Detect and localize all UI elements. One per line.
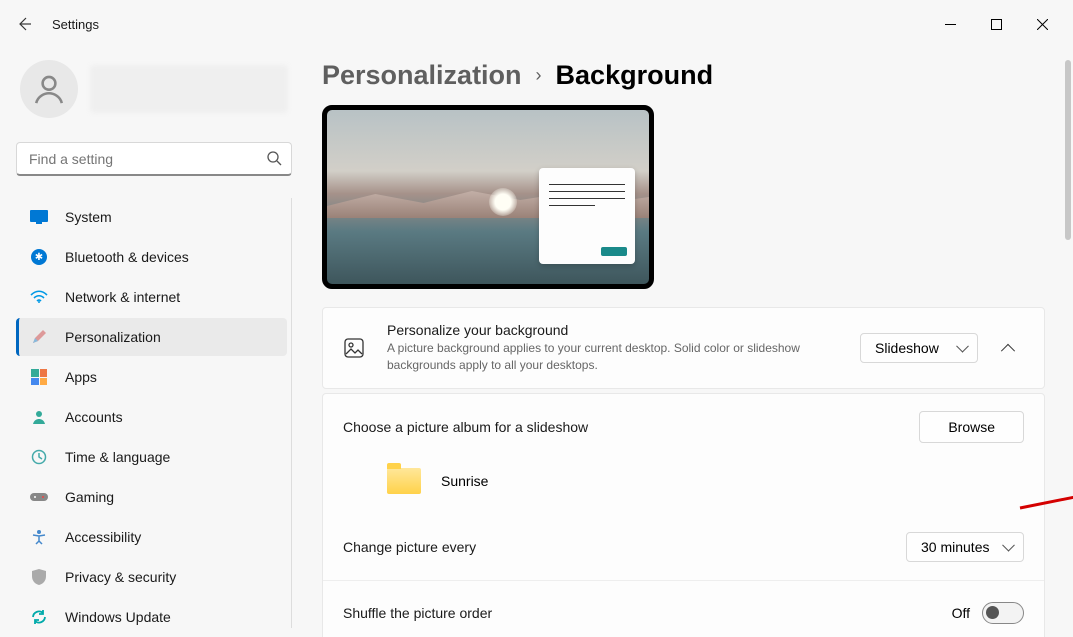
update-icon <box>29 607 49 627</box>
selected-folder-row: Sunrise <box>323 460 1044 514</box>
minimize-button[interactable] <box>927 8 973 40</box>
avatar <box>20 60 78 118</box>
toggle-state: Off <box>952 605 970 621</box>
nav-apps[interactable]: Apps <box>16 358 287 396</box>
nav-label: Windows Update <box>65 609 171 625</box>
accessibility-icon <box>29 527 49 547</box>
dropdown-value: 30 minutes <box>921 539 989 555</box>
nav-label: Accessibility <box>65 529 141 545</box>
nav-bluetooth[interactable]: ✱ Bluetooth & devices <box>16 238 287 276</box>
nav-accessibility[interactable]: Accessibility <box>16 518 287 556</box>
shuffle-switch[interactable] <box>982 602 1024 624</box>
nav-label: Apps <box>65 369 97 385</box>
search-box <box>16 142 292 176</box>
nav-system[interactable]: System <box>16 198 287 236</box>
minimize-icon <box>945 19 956 30</box>
chevron-right-icon: › <box>536 65 542 86</box>
window-controls <box>927 8 1065 40</box>
close-button[interactable] <box>1019 8 1065 40</box>
album-panel: Choose a picture album for a slideshow B… <box>322 393 1045 637</box>
nav-gaming[interactable]: Gaming <box>16 478 287 516</box>
picture-icon <box>343 338 365 358</box>
person-icon <box>32 72 66 106</box>
nav-time[interactable]: Time & language <box>16 438 287 476</box>
folder-icon <box>387 468 421 494</box>
background-mode-dropdown[interactable]: Slideshow <box>860 333 978 363</box>
nav-personalization[interactable]: Personalization <box>16 318 287 356</box>
maximize-button[interactable] <box>973 8 1019 40</box>
background-preview <box>322 105 654 289</box>
scrollbar[interactable] <box>1065 60 1071 240</box>
titlebar: Settings <box>0 0 1073 48</box>
window-title: Settings <box>52 17 99 32</box>
breadcrumb-current: Background <box>556 60 714 91</box>
personalize-title: Personalize your background <box>387 322 860 338</box>
nav-label: Privacy & security <box>65 569 176 585</box>
personalize-desc: A picture background applies to your cur… <box>387 340 827 374</box>
nav-label: Personalization <box>65 329 161 345</box>
shield-icon <box>29 567 49 587</box>
nav-label: Time & language <box>65 449 170 465</box>
nav-label: Bluetooth & devices <box>65 249 189 265</box>
clock-icon <box>29 447 49 467</box>
nav-list: System ✱ Bluetooth & devices Network & in… <box>16 198 292 628</box>
search-input[interactable] <box>16 142 292 176</box>
nav-label: Network & internet <box>65 289 180 305</box>
sidebar: System ✱ Bluetooth & devices Network & in… <box>0 48 300 637</box>
nav-accounts[interactable]: Accounts <box>16 398 287 436</box>
preview-window-mock <box>539 168 635 264</box>
wifi-icon <box>29 287 49 307</box>
personalize-panel: Personalize your background A picture ba… <box>322 307 1045 389</box>
main-content: Personalization › Background Personalize… <box>300 48 1073 637</box>
nav-update[interactable]: Windows Update <box>16 598 287 628</box>
nav-privacy[interactable]: Privacy & security <box>16 558 287 596</box>
profile-name-redacted <box>90 65 288 113</box>
interval-title: Change picture every <box>343 539 906 555</box>
breadcrumb: Personalization › Background <box>322 60 1045 91</box>
accounts-icon <box>29 407 49 427</box>
arrow-left-icon <box>16 16 32 32</box>
paintbrush-icon <box>29 327 49 347</box>
nav-label: Gaming <box>65 489 114 505</box>
system-icon <box>29 207 49 227</box>
back-button[interactable] <box>8 8 40 40</box>
maximize-icon <box>991 19 1002 30</box>
browse-button[interactable]: Browse <box>919 411 1024 443</box>
album-title: Choose a picture album for a slideshow <box>343 419 919 435</box>
shuffle-toggle: Off <box>952 602 1024 624</box>
apps-icon <box>29 367 49 387</box>
breadcrumb-parent[interactable]: Personalization <box>322 60 522 91</box>
interval-dropdown[interactable]: 30 minutes <box>906 532 1024 562</box>
bluetooth-icon: ✱ <box>29 247 49 267</box>
close-icon <box>1037 19 1048 30</box>
profile-block[interactable] <box>16 48 292 142</box>
gaming-icon <box>29 487 49 507</box>
dropdown-value: Slideshow <box>875 340 939 356</box>
shuffle-title: Shuffle the picture order <box>343 605 952 621</box>
nav-network[interactable]: Network & internet <box>16 278 287 316</box>
search-icon <box>266 150 282 171</box>
folder-name: Sunrise <box>441 473 488 489</box>
collapse-button[interactable] <box>992 332 1024 364</box>
nav-label: Accounts <box>65 409 123 425</box>
nav-label: System <box>65 209 112 225</box>
